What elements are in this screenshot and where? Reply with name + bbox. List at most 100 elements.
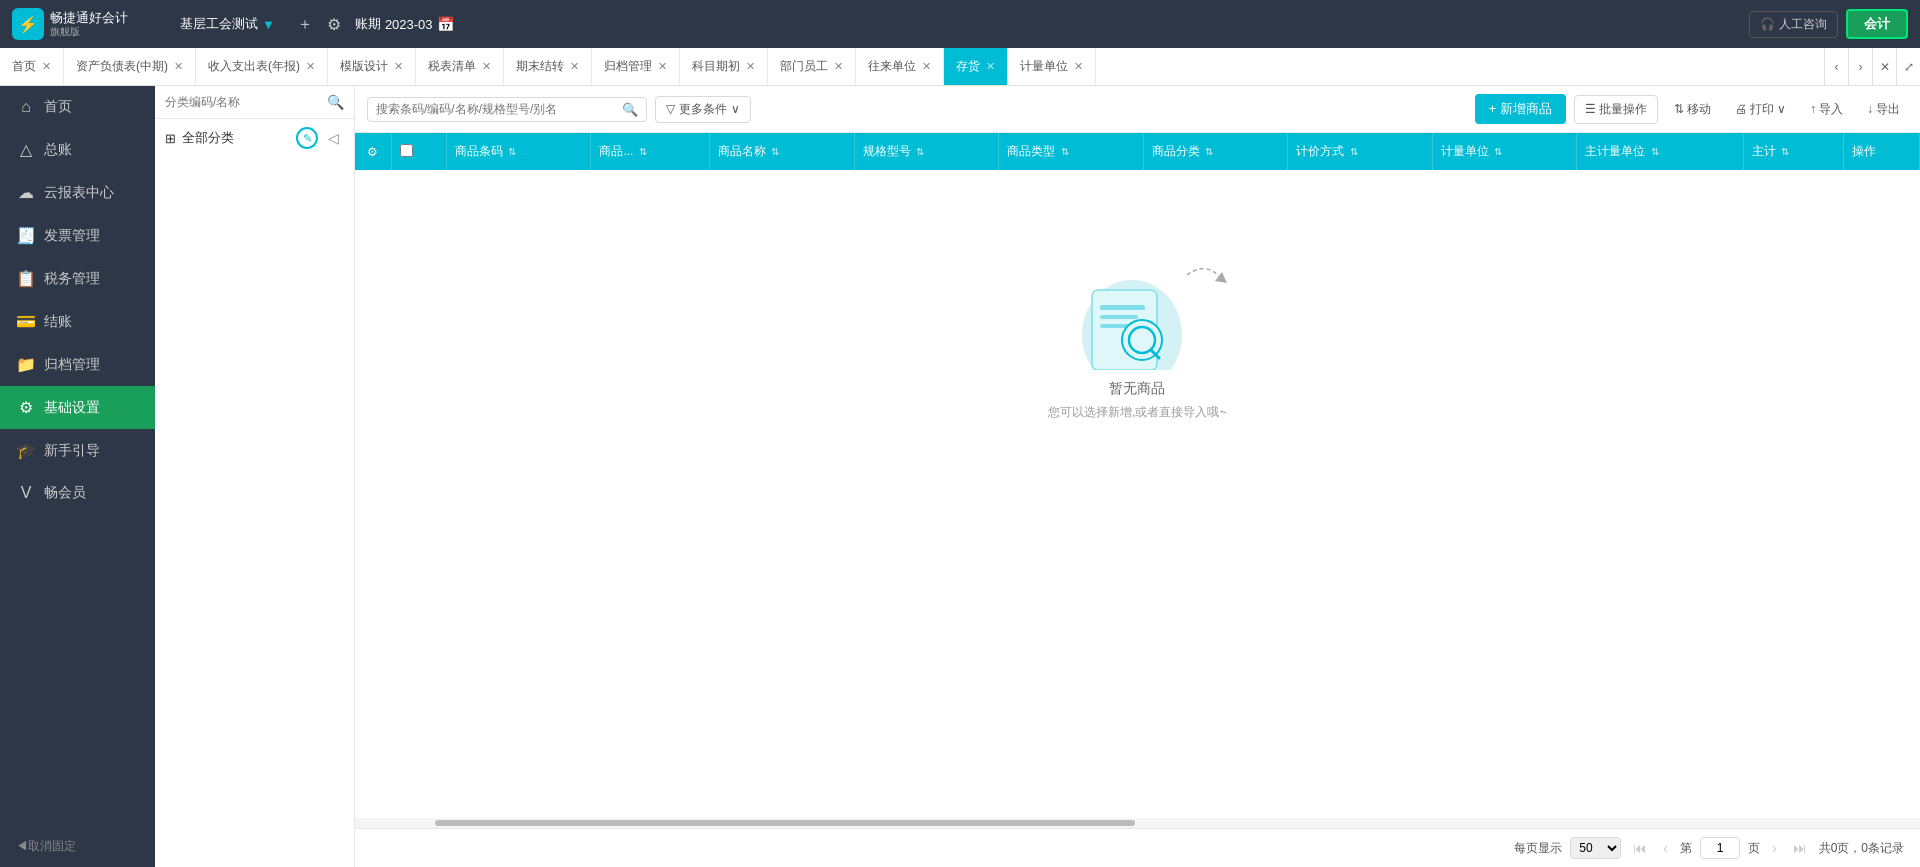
product-search-icon[interactable]: 🔍 (622, 102, 638, 117)
tab-close-template[interactable]: ✕ (394, 60, 403, 73)
sidebar-item-tax[interactable]: 📋 税务管理 (0, 257, 155, 300)
sort-main-unit-icon: ⇅ (1651, 146, 1659, 157)
tab-inventory[interactable]: 存货 ✕ (944, 48, 1008, 85)
more-filter-button[interactable]: ▽ 更多条件 ∨ (655, 96, 751, 123)
tab-subject-init[interactable]: 科目期初 ✕ (680, 48, 768, 85)
th-main-count[interactable]: 主计 ⇅ (1743, 133, 1843, 170)
tab-nav-buttons: ‹ › ✕ ⤢ (1824, 48, 1920, 85)
category-header: ⊞ 全部分类 ✎ ◁ (155, 119, 354, 157)
sidebar-unpin-button[interactable]: ◀取消固定 (0, 826, 155, 867)
th-price-method[interactable]: 计价方式 ⇅ (1288, 133, 1433, 170)
category-search-input[interactable] (165, 95, 323, 109)
th-settings[interactable]: ⚙ (355, 133, 391, 170)
tab-close-balance[interactable]: ✕ (174, 60, 183, 73)
category-actions: ✎ ◁ (296, 127, 344, 149)
empty-title: 暂无商品 (1109, 380, 1165, 398)
first-page-button[interactable]: ⏮ (1629, 838, 1651, 858)
tab-close-dept[interactable]: ✕ (834, 60, 843, 73)
konsult-icon: 🎧 (1760, 17, 1775, 31)
th-code[interactable]: 商品... ⇅ (591, 133, 710, 170)
category-edit-button[interactable]: ✎ (296, 127, 318, 149)
add-tab-button[interactable]: ＋ (293, 12, 317, 37)
horizontal-scrollbar[interactable] (355, 818, 1920, 828)
product-search-input[interactable] (376, 102, 618, 116)
scrollbar-thumb[interactable] (435, 820, 1135, 826)
tab-close-period[interactable]: ✕ (570, 60, 579, 73)
cloud-icon: ☁ (16, 183, 36, 202)
filter-icon: ▽ (666, 102, 675, 116)
right-content: 🔍 ▽ 更多条件 ∨ + 新增商品 ☰ 批量操作 ⇅ (355, 86, 1920, 867)
tab-next-button[interactable]: › (1848, 48, 1872, 86)
company-selector[interactable]: 基层工会测试 ▼ (172, 11, 283, 37)
th-spec[interactable]: 规格型号 ⇅ (854, 133, 999, 170)
tab-prev-button[interactable]: ‹ (1824, 48, 1848, 86)
th-checkbox[interactable] (391, 133, 446, 170)
print-button[interactable]: 🖨 打印 ∨ (1727, 96, 1794, 123)
sidebar-item-reports[interactable]: ☁ 云报表中心 (0, 171, 155, 214)
sidebar-item-close[interactable]: 💳 结账 (0, 300, 155, 343)
per-page-select[interactable]: 50 100 200 (1570, 837, 1621, 859)
tab-close-subject[interactable]: ✕ (746, 60, 755, 73)
tab-department[interactable]: 部门员工 ✕ (768, 48, 856, 85)
tab-income-sheet[interactable]: 收入支出表(年报) ✕ (196, 48, 328, 85)
guide-icon: 🎓 (16, 441, 36, 460)
per-page-label: 每页显示 (1514, 840, 1562, 857)
batch-operation-button[interactable]: ☰ 批量操作 (1574, 95, 1658, 124)
tab-period-close[interactable]: 期末结转 ✕ (504, 48, 592, 85)
prev-page-button[interactable]: ‹ (1659, 838, 1672, 858)
konsult-button[interactable]: 🎧 人工咨询 (1749, 11, 1838, 38)
settings-button[interactable]: ⚙ (323, 13, 345, 36)
sidebar-item-home[interactable]: ⌂ 首页 (0, 86, 155, 128)
sidebar-item-vip[interactable]: V 畅会员 (0, 472, 155, 514)
category-collapse-button[interactable]: ◁ (322, 127, 344, 149)
tab-tax-list[interactable]: 税表清单 ✕ (416, 48, 504, 85)
tab-close-homepage[interactable]: ✕ (42, 60, 51, 73)
tab-close-unit[interactable]: ✕ (1074, 60, 1083, 73)
tab-close-archive[interactable]: ✕ (658, 60, 667, 73)
sidebar-item-ledger[interactable]: △ 总账 (0, 128, 155, 171)
tax-icon: 📋 (16, 269, 36, 288)
calendar-icon[interactable]: 📅 (437, 16, 454, 32)
tab-close-income[interactable]: ✕ (306, 60, 315, 73)
tab-archive[interactable]: 归档管理 ✕ (592, 48, 680, 85)
page-label: 第 (1680, 840, 1692, 857)
th-type[interactable]: 商品类型 ⇅ (999, 133, 1144, 170)
tab-close-tax[interactable]: ✕ (482, 60, 491, 73)
tab-close-inventory[interactable]: ✕ (986, 60, 995, 73)
th-barcode[interactable]: 商品条码 ⇅ (446, 133, 591, 170)
select-all-checkbox[interactable] (400, 144, 413, 157)
tab-homepage[interactable]: 首页 ✕ (0, 48, 64, 85)
sidebar-item-invoice[interactable]: 🧾 发票管理 (0, 214, 155, 257)
page-number-input[interactable] (1700, 837, 1740, 859)
sidebar-item-guide[interactable]: 🎓 新手引导 (0, 429, 155, 472)
app-logo-text: 畅捷通好会计 旗舰版 (50, 10, 128, 38)
pagination-bar: 每页显示 50 100 200 ⏮ ‹ 第 页 › ⏭ 共0页，0条记录 (355, 828, 1920, 867)
tab-close-all-button[interactable]: ✕ (1872, 48, 1896, 86)
add-product-button[interactable]: + 新增商品 (1475, 94, 1566, 124)
sort-unit-icon: ⇅ (1494, 146, 1502, 157)
th-unit[interactable]: 计量单位 ⇅ (1432, 133, 1577, 170)
th-main-unit[interactable]: 主计量单位 ⇅ (1577, 133, 1744, 170)
tab-close-contacts[interactable]: ✕ (922, 60, 931, 73)
kuaiji-button[interactable]: 会计 (1846, 9, 1908, 39)
sidebar-item-basic[interactable]: ⚙ 基础设置 (0, 386, 155, 429)
tab-expand-button[interactable]: ⤢ (1896, 48, 1920, 86)
last-page-button[interactable]: ⏭ (1789, 838, 1811, 858)
tab-unit[interactable]: 计量单位 ✕ (1008, 48, 1096, 85)
next-page-button[interactable]: › (1768, 838, 1781, 858)
header-actions: 🎧 人工咨询 会计 (1749, 9, 1908, 39)
move-button[interactable]: ⇅ 移动 (1666, 96, 1719, 123)
tab-balance-sheet[interactable]: 资产负债表(中期) ✕ (64, 48, 196, 85)
sidebar-item-archive[interactable]: 📁 归档管理 (0, 343, 155, 386)
empty-desc: 您可以选择新增,或者直接导入哦~ (1048, 404, 1226, 421)
import-button[interactable]: ↑ 导入 (1802, 96, 1851, 123)
tab-contacts[interactable]: 往来单位 ✕ (856, 48, 944, 85)
export-button[interactable]: ↓ 导出 (1859, 96, 1908, 123)
main-layout: ⌂ 首页 △ 总账 ☁ 云报表中心 🧾 发票管理 📋 税务管理 💳 结账 📁 归… (0, 86, 1920, 867)
export-icon: ↓ (1867, 102, 1873, 116)
svg-marker-8 (1215, 272, 1227, 283)
tab-template[interactable]: 模版设计 ✕ (328, 48, 416, 85)
th-category[interactable]: 商品分类 ⇅ (1143, 133, 1288, 170)
th-name[interactable]: 商品名称 ⇅ (710, 133, 855, 170)
category-search-icon[interactable]: 🔍 (327, 94, 344, 110)
